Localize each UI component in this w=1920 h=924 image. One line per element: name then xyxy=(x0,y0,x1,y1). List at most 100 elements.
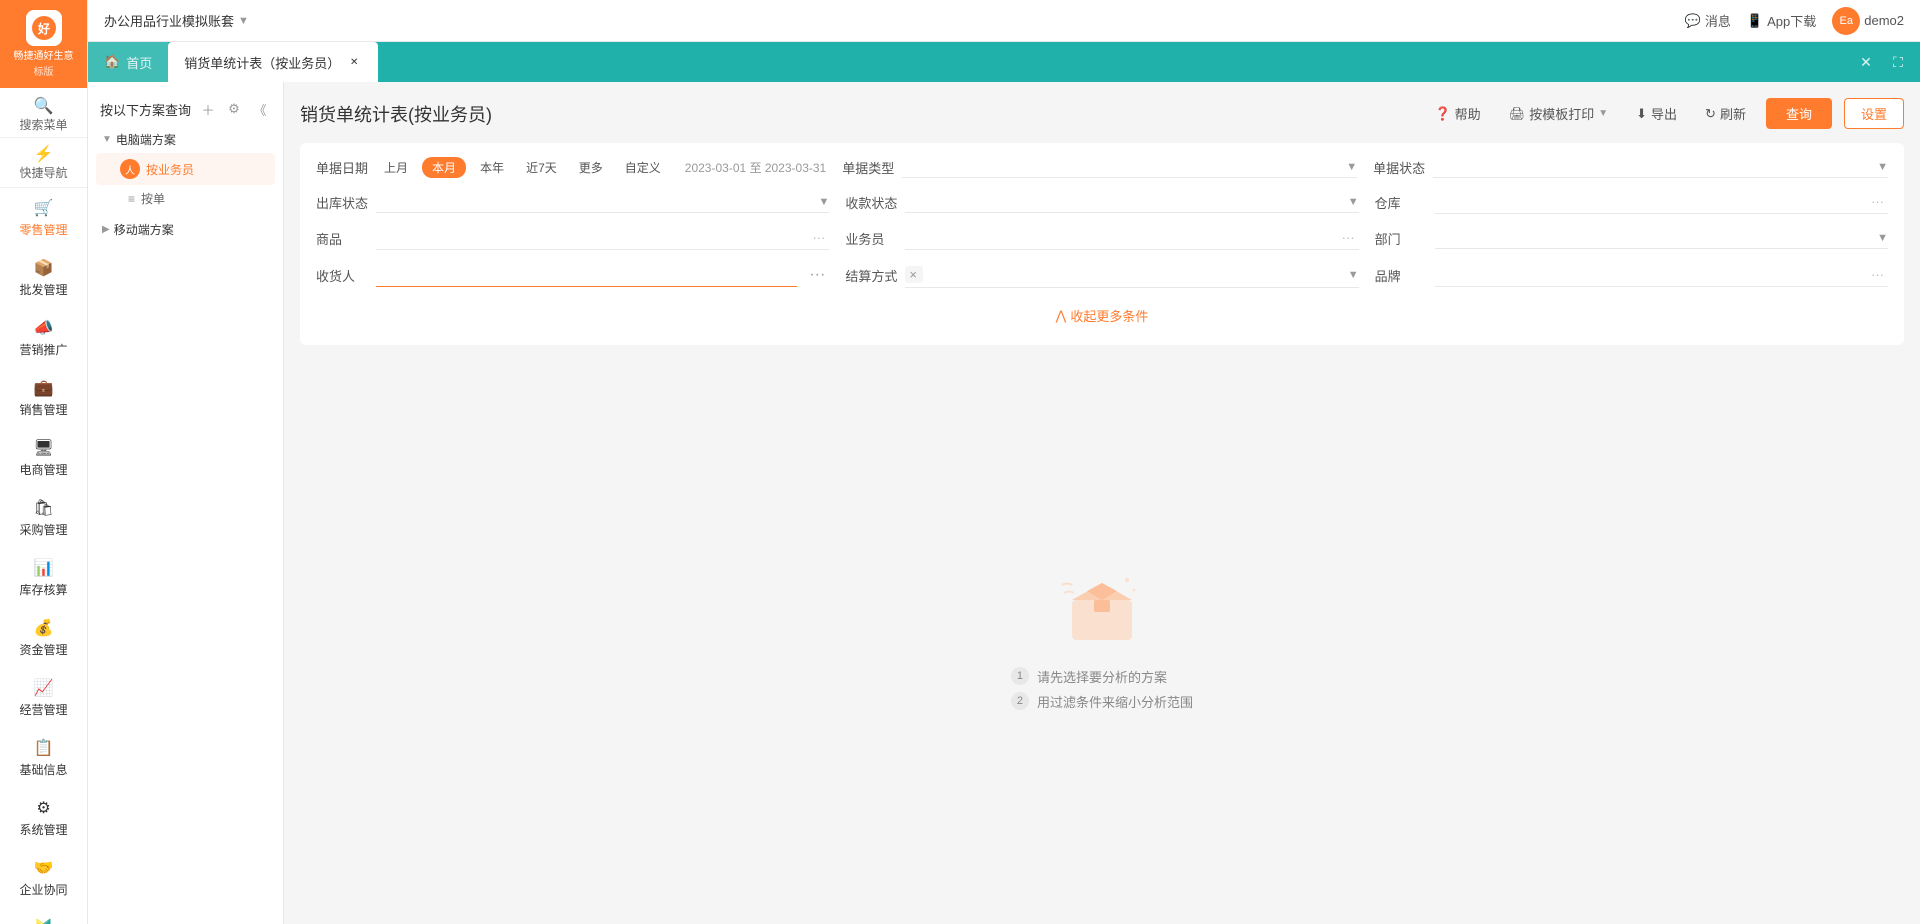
doc-status-select[interactable]: ▼ xyxy=(1433,157,1888,178)
template-print-btn[interactable]: 🖨 按模板打印 ▼ xyxy=(1501,100,1616,127)
date-more[interactable]: 更多 xyxy=(571,157,611,178)
brand-label: 品牌 xyxy=(1375,266,1427,285)
filter-row-2: 出库状态 ▼ 收款状态 ▼ 仓库 xyxy=(316,190,1888,214)
out-status-select[interactable]: ▼ xyxy=(376,192,829,213)
quick-nav[interactable]: ⚡ 快捷导航 xyxy=(0,138,87,188)
dept-chevron-icon: ▼ xyxy=(1877,232,1888,244)
recipient-input[interactable] xyxy=(376,263,797,287)
pc-scheme-toggle[interactable]: ▼ 电脑端方案 xyxy=(96,126,275,153)
account-name: 办公用品行业模拟账套 xyxy=(104,11,234,30)
goods-dots-icon[interactable]: ··· xyxy=(808,230,829,245)
page-actions: ❓ 帮助 🖨 按模板打印 ▼ ⬇ 导出 ↻ 刷新 xyxy=(1426,98,1904,129)
pc-scheme-label: 电脑端方案 xyxy=(116,131,176,148)
date-custom[interactable]: 自定义 xyxy=(617,157,669,178)
left-panel-title: 按以下方案查询 xyxy=(100,100,191,119)
sidebar-item-wholesale[interactable]: 📦 批发管理 xyxy=(0,248,87,308)
sidebar-item-sales[interactable]: 💼 销售管理 xyxy=(0,368,87,428)
dept-select[interactable]: ▼ xyxy=(1435,228,1888,249)
salesperson-filter-item: 业务员 ··· xyxy=(845,226,1358,250)
tab-maximize-btn[interactable]: ⛶ xyxy=(1884,48,1912,76)
settlement-tag-close[interactable]: × xyxy=(909,267,917,282)
basic-icon: 📋 xyxy=(34,738,54,758)
sidebar-item-system[interactable]: ⚙ 系统管理 xyxy=(0,788,87,848)
sidebar-item-basic[interactable]: 📋 基础信息 xyxy=(0,728,87,788)
sidebar-item-purchase[interactable]: 🛍 采购管理 xyxy=(0,488,87,548)
recipient-dots-icon[interactable]: ··· xyxy=(805,266,829,284)
sidebar-item-finance[interactable]: 💰 资金管理 xyxy=(0,608,87,668)
topbar-right: 💬 消息 📱 App下载 Ea demo2 xyxy=(1685,7,1904,35)
date-filter-item: 单据日期 上月 本月 本年 近7天 更多 自定义 2023-03-01 至 20… xyxy=(316,157,826,178)
collapse-conditions-btn[interactable]: ⋀ 收起更多条件 xyxy=(316,300,1888,331)
app-download-btn[interactable]: 📱 App下载 xyxy=(1747,11,1816,30)
sidebar-item-inventory[interactable]: 📊 库存核算 xyxy=(0,548,87,608)
tab-sales-stat[interactable]: 销货单统计表（按业务员） ✕ xyxy=(168,42,378,82)
message-btn[interactable]: 💬 消息 xyxy=(1685,11,1731,30)
date-last7[interactable]: 近7天 xyxy=(518,157,565,178)
sidebar-item-operation[interactable]: 📈 经营管理 xyxy=(0,668,87,728)
warehouse-select[interactable]: ··· xyxy=(1435,190,1888,214)
svg-text:好: 好 xyxy=(36,21,49,36)
date-last-month[interactable]: 上月 xyxy=(376,157,416,178)
goods-select[interactable]: ··· xyxy=(376,226,829,250)
tab-close-all-btn[interactable]: ✕ xyxy=(1852,48,1880,76)
sidebar-item-retail[interactable]: 🛒 零售管理 xyxy=(0,188,87,248)
tab-close-btn[interactable]: ✕ xyxy=(346,54,362,70)
recipient-filter-item: 收货人 ··· xyxy=(316,263,829,287)
goods-label: 商品 xyxy=(316,229,368,248)
app-logo[interactable]: 好 畅捷通好生意 标版 xyxy=(0,0,87,88)
operation-icon: 📈 xyxy=(34,678,54,698)
account-dropdown[interactable]: 办公用品行业模拟账套 ▼ xyxy=(104,11,249,30)
salesperson-dots-icon[interactable]: ··· xyxy=(1338,230,1359,245)
tab-controls: ✕ ⛶ xyxy=(1852,48,1920,76)
page-header: 销货单统计表(按业务员) ❓ 帮助 🖨 按模板打印 ▼ ⬇ 导出 xyxy=(300,98,1904,129)
refresh-btn[interactable]: ↻ 刷新 xyxy=(1697,100,1754,127)
help-btn[interactable]: ❓ 帮助 xyxy=(1426,100,1488,127)
salesperson-scheme-icon: 人 xyxy=(120,159,140,179)
user-avatar: Ea xyxy=(1832,7,1860,35)
settings-scheme-btn[interactable]: ⚙ xyxy=(223,98,245,120)
scheme-order[interactable]: ≡ 按单 xyxy=(96,185,275,212)
sidebar-item-ecommerce[interactable]: 🖥 电商管理 xyxy=(0,428,87,488)
sidebar-item-newuser[interactable]: 🔰 新手引导 xyxy=(0,908,87,924)
mobile-icon: 📱 xyxy=(1747,13,1763,29)
mobile-scheme-toggle[interactable]: ▶ 移动端方案 xyxy=(96,216,275,243)
export-btn[interactable]: ⬇ 导出 xyxy=(1628,100,1685,127)
salesperson-select[interactable]: ··· xyxy=(905,226,1358,250)
tab-home[interactable]: 🏠 首页 xyxy=(88,42,168,82)
mobile-scheme-group: ▶ 移动端方案 xyxy=(96,216,275,243)
doc-type-select[interactable]: ▼ xyxy=(902,157,1357,178)
help-icon: ❓ xyxy=(1434,106,1450,122)
filter-area: 单据日期 上月 本月 本年 近7天 更多 自定义 2023-03-01 至 20… xyxy=(300,143,1904,345)
settlement-select[interactable]: × ▼ xyxy=(905,262,1358,288)
warehouse-dots-icon[interactable]: ··· xyxy=(1867,194,1888,209)
sidebar-item-enterprise[interactable]: 🤝 企业协同 xyxy=(0,848,87,908)
right-panel: 销货单统计表(按业务员) ❓ 帮助 🖨 按模板打印 ▼ ⬇ 导出 xyxy=(284,82,1920,924)
topbar: 办公用品行业模拟账套 ▼ 💬 消息 📱 App下载 Ea demo2 xyxy=(88,0,1920,42)
order-scheme-icon: ≡ xyxy=(128,192,135,206)
date-this-year[interactable]: 本年 xyxy=(472,157,512,178)
brand-dots-icon[interactable]: ··· xyxy=(1867,267,1888,282)
add-scheme-btn[interactable]: ＋ xyxy=(197,98,219,120)
inventory-icon: 📊 xyxy=(34,558,54,578)
topbar-left: 办公用品行业模拟账套 ▼ xyxy=(104,11,249,30)
brand-filter-item: 品牌 ··· xyxy=(1375,263,1888,287)
date-this-month[interactable]: 本月 xyxy=(422,157,466,178)
hint-1-num: 1 xyxy=(1011,667,1029,685)
doc-status-label: 单据状态 xyxy=(1373,158,1425,177)
settings-btn[interactable]: 设置 xyxy=(1844,98,1904,129)
print-arrow-icon: ▼ xyxy=(1598,108,1608,119)
payment-status-select[interactable]: ▼ xyxy=(905,192,1358,213)
collapse-panel-btn[interactable]: 《 xyxy=(249,98,271,120)
goods-filter-item: 商品 ··· xyxy=(316,226,829,250)
brand-select[interactable]: ··· xyxy=(1435,263,1888,287)
retail-icon: 🛒 xyxy=(34,198,54,218)
query-btn[interactable]: 查询 xyxy=(1766,98,1832,129)
scheme-salesperson[interactable]: 人 按业务员 xyxy=(96,153,275,185)
page-title: 销货单统计表(按业务员) xyxy=(300,101,492,127)
sidebar-item-marketing[interactable]: 📣 营销推广 xyxy=(0,308,87,368)
payment-status-label: 收款状态 xyxy=(845,193,897,212)
search-menu[interactable]: 🔍 搜索菜单 xyxy=(0,88,87,138)
tabbar: 🏠 首页 销货单统计表（按业务员） ✕ ✕ ⛶ xyxy=(88,42,1920,82)
wholesale-icon: 📦 xyxy=(34,258,54,278)
user-menu[interactable]: Ea demo2 xyxy=(1832,7,1904,35)
